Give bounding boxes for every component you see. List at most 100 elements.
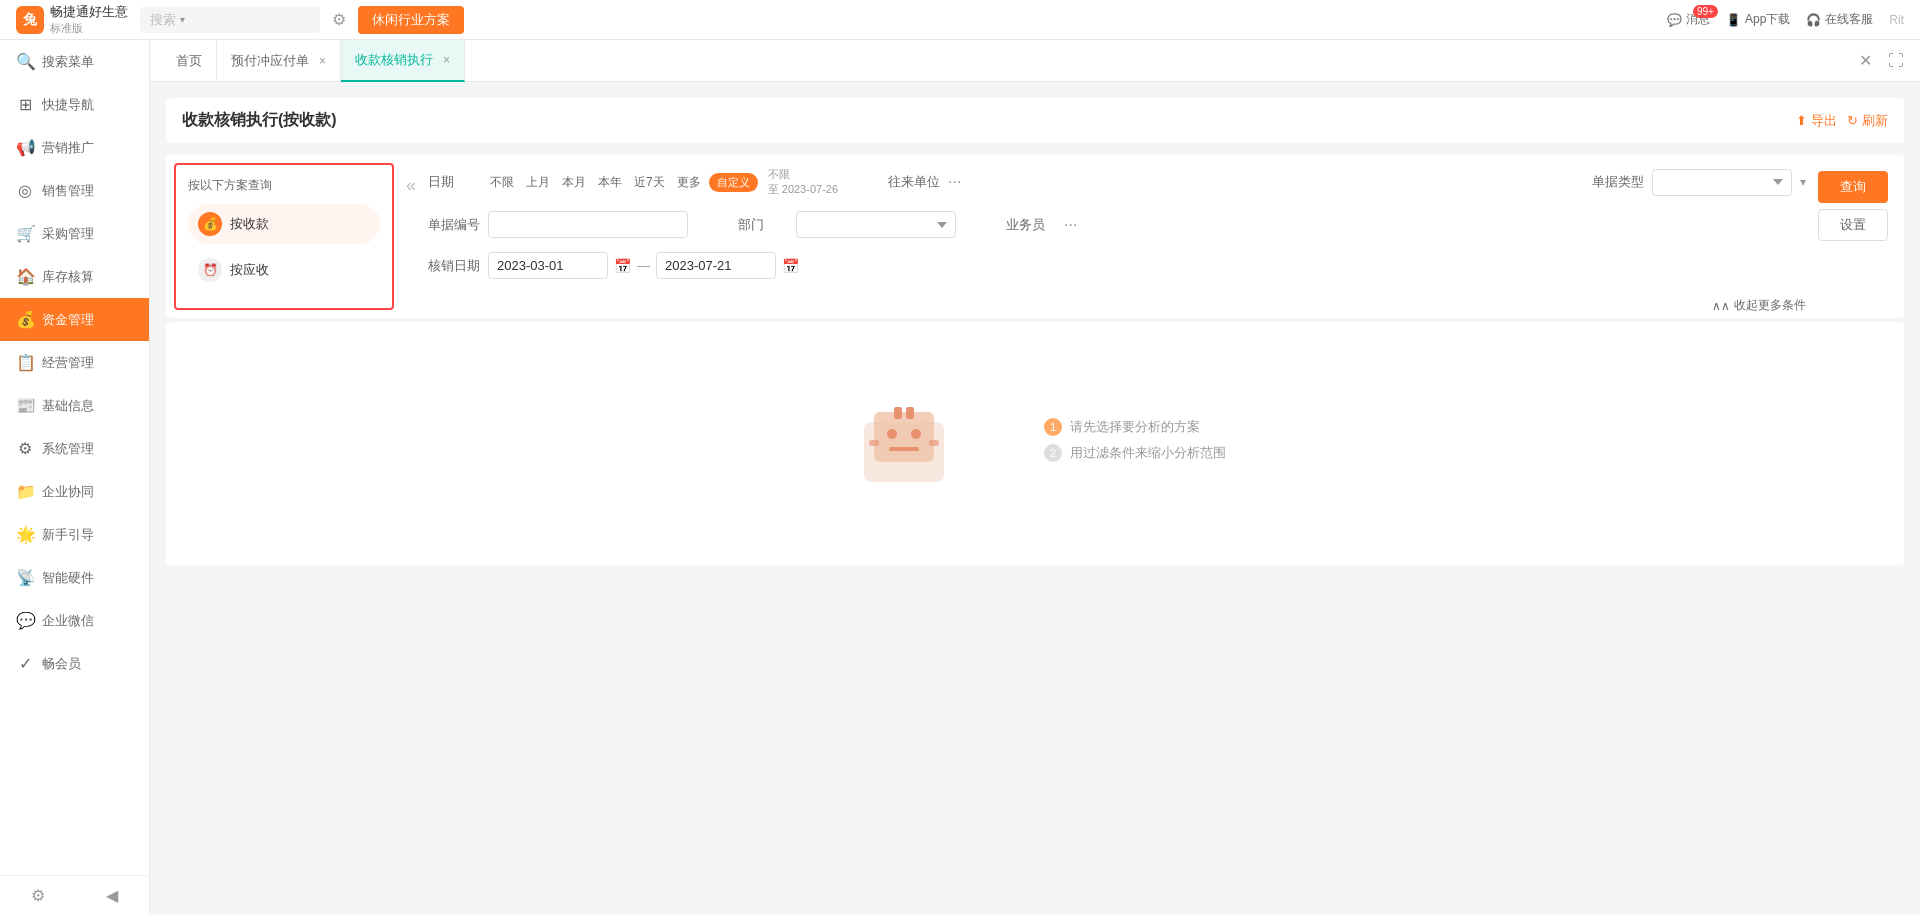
filter-collapse-toggle[interactable]: « (402, 171, 420, 200)
sidebar-item-purchase[interactable]: 🛒 采购管理 (0, 212, 149, 255)
content-area: 首页 预付冲应付单 × 收款核销执行 × ✕ ⛶ 收款核销执行(按收款) (150, 40, 1920, 915)
sidebar-item-wecom[interactable]: 💬 企业微信 (0, 599, 149, 642)
hint-num-1: 1 (1044, 418, 1062, 436)
sidebar-item-sales[interactable]: ◎ 销售管理 (0, 169, 149, 212)
partner-label: 往来单位 (888, 173, 940, 191)
filter-row-3: 核销日期 📅 — 📅 (428, 252, 1818, 279)
empty-state-area: 1 请先选择要分析的方案 2 用过滤条件来缩小分析范围 (166, 322, 1904, 565)
logo-icon: 兔 (16, 6, 44, 34)
sidebar-item-search-menu[interactable]: 🔍 搜索菜单 (0, 40, 149, 83)
brand-name: 畅捷通好生意 (50, 3, 128, 21)
tab-close-all-button[interactable]: ✕ (1855, 47, 1876, 74)
doc-type-select[interactable] (1652, 169, 1792, 196)
sidebar-item-smart-hw[interactable]: 📡 智能硬件 (0, 556, 149, 599)
collapse-more-button[interactable]: ∧∧ 收起更多条件 (1712, 297, 1806, 314)
date-btn-unlimited[interactable]: 不限 (486, 172, 518, 193)
filter-option-by-receivable[interactable]: ⏰ 按应收 (188, 250, 380, 290)
message-button[interactable]: 💬 消息 99+ (1667, 11, 1710, 28)
query-button[interactable]: 查询 (1818, 171, 1888, 203)
message-icon: 💬 (1667, 13, 1682, 27)
sidebar-item-marketing[interactable]: 📢 营销推广 (0, 126, 149, 169)
doc-no-input[interactable] (488, 211, 688, 238)
filter-panel: 按以下方案查询 💰 按收款 ⏰ 按应收 « (166, 155, 1904, 318)
hint-num-2: 2 (1044, 444, 1062, 462)
filter-row-2: 单据编号 部门 业务员 ··· (428, 211, 1818, 238)
staff-label: 业务员 (1006, 216, 1056, 234)
date-btn-this-year[interactable]: 本年 (594, 172, 626, 193)
sidebar-item-system[interactable]: ⚙ 系统管理 (0, 427, 149, 470)
tab-bar: 首页 预付冲应付单 × 收款核销执行 × ✕ ⛶ (150, 40, 1920, 82)
staff-group: 业务员 ··· (1006, 216, 1077, 234)
title-actions: ⬆ 导出 ↻ 刷新 (1796, 112, 1888, 130)
system-icon: ⚙ (16, 439, 34, 458)
svg-rect-6 (906, 407, 914, 419)
sidebar-item-enterprise[interactable]: 📁 企业协同 (0, 470, 149, 513)
verify-date-label: 核销日期 (428, 257, 480, 275)
verify-date-range: 📅 — 📅 (488, 252, 799, 279)
tab-prepaid-conflict[interactable]: 预付冲应付单 × (217, 40, 341, 82)
svg-point-3 (911, 429, 921, 439)
guide-icon: 🌟 (16, 525, 34, 544)
page-title: 收款核销执行(按收款) (182, 110, 337, 131)
staff-dots[interactable]: ··· (1064, 216, 1077, 234)
search-area[interactable]: 搜索 ▾ (140, 7, 320, 33)
verify-date-start-calendar-icon[interactable]: 📅 (614, 258, 631, 274)
doc-type-group: 单据类型 ▾ (1592, 169, 1806, 196)
sales-icon: ◎ (16, 181, 34, 200)
user-name[interactable]: Rit (1889, 13, 1904, 27)
empty-illustration (844, 382, 964, 505)
setting-button[interactable]: 设置 (1818, 209, 1888, 241)
tab-receipt-writeoff[interactable]: 收款核销执行 × (341, 40, 465, 82)
by-receipt-icon: 💰 (198, 212, 222, 236)
date-group: 日期 不限 上月 本月 本年 近7天 更多 自定义 (428, 172, 758, 193)
tab-close-receipt[interactable]: × (443, 53, 450, 67)
filter-fields: 日期 不限 上月 本月 本年 近7天 更多 自定义 (420, 155, 1818, 318)
sidebar-item-operations[interactable]: 📋 经营管理 (0, 341, 149, 384)
sidebar-item-basic-info[interactable]: 📰 基础信息 (0, 384, 149, 427)
filter-panel-title: 按以下方案查询 (188, 177, 380, 194)
tab-close-prepaid[interactable]: × (319, 54, 326, 68)
sidebar-item-vip[interactable]: ✓ 畅会员 (0, 642, 149, 685)
export-button[interactable]: ⬆ 导出 (1796, 112, 1837, 130)
finance-icon: 💰 (16, 310, 34, 329)
date-btn-recent7[interactable]: 近7天 (630, 172, 669, 193)
dept-select[interactable] (796, 211, 956, 238)
date-note: 不限 至 2023-07-26 (768, 167, 838, 197)
refresh-button[interactable]: ↻ 刷新 (1847, 112, 1888, 130)
doc-type-label: 单据类型 (1592, 173, 1644, 191)
marketing-icon: 📢 (16, 138, 34, 157)
solution-button[interactable]: 休闲行业方案 (358, 6, 464, 34)
sidebar-item-finance[interactable]: 💰 资金管理 (0, 298, 149, 341)
tab-actions: ✕ ⛶ (1855, 47, 1908, 74)
verify-date-end-calendar-icon[interactable]: 📅 (782, 258, 799, 274)
svg-rect-4 (889, 447, 919, 451)
tab-home[interactable]: 首页 (162, 40, 217, 82)
date-btn-prev-month[interactable]: 上月 (522, 172, 554, 193)
verify-date-end-input[interactable] (656, 252, 776, 279)
app-download-button[interactable]: 📱 App下载 (1726, 11, 1790, 28)
doc-type-arrow[interactable]: ▾ (1800, 175, 1806, 189)
search-dropdown-icon: ▾ (180, 14, 185, 25)
sidebar-item-guide[interactable]: 🌟 新手引导 (0, 513, 149, 556)
smart-hw-icon: 📡 (16, 568, 34, 587)
vip-icon: ✓ (16, 654, 34, 673)
doc-no-group: 单据编号 (428, 211, 688, 238)
sidebar-item-quick-nav[interactable]: ⊞ 快捷导航 (0, 83, 149, 126)
date-btn-this-month[interactable]: 本月 (558, 172, 590, 193)
refresh-icon: ↻ (1847, 113, 1858, 128)
inventory-icon: 🏠 (16, 267, 34, 286)
online-service-button[interactable]: 🎧 在线客服 (1806, 11, 1873, 28)
sidebar-settings-icon[interactable]: ⚙ (31, 886, 45, 905)
sidebar-collapse-icon[interactable]: ◀ (106, 886, 118, 905)
tab-maximize-button[interactable]: ⛶ (1884, 48, 1908, 74)
by-receivable-icon: ⏰ (198, 258, 222, 282)
filter-option-by-receipt[interactable]: 💰 按收款 (188, 204, 380, 244)
date-btn-custom[interactable]: 自定义 (709, 173, 758, 192)
sidebar-item-inventory[interactable]: 🏠 库存核算 (0, 255, 149, 298)
gear-icon[interactable]: ⚙ (332, 10, 346, 29)
date-btn-more[interactable]: 更多 (673, 172, 705, 193)
empty-hint-1: 1 请先选择要分析的方案 (1044, 418, 1226, 436)
verify-date-start-input[interactable] (488, 252, 608, 279)
date-buttons: 不限 上月 本月 本年 近7天 更多 自定义 (486, 172, 758, 193)
partner-dots[interactable]: ··· (948, 173, 961, 191)
